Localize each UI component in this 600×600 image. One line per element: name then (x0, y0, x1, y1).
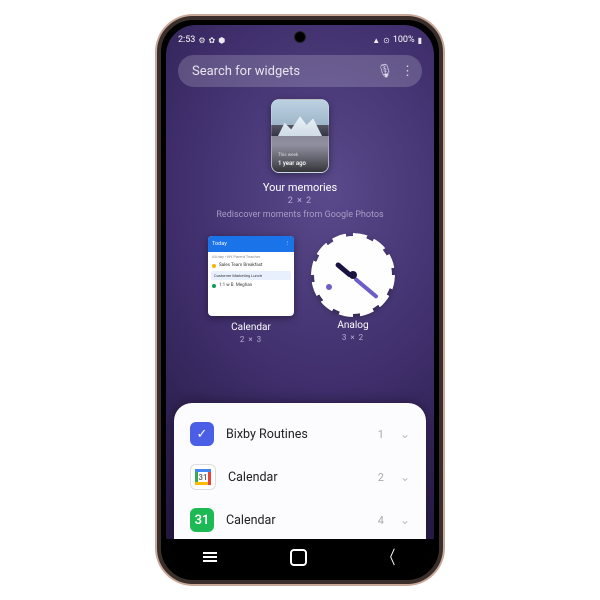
chevron-down-icon[interactable]: ⌄ (400, 513, 410, 527)
search-bar[interactable]: Search for widgets 🎙 ⋮ (178, 55, 422, 87)
analog-size: 3 × 2 (342, 333, 364, 342)
front-camera (294, 31, 306, 43)
widget-app-list[interactable]: ✓ Bixby Routines 1 ⌄ 31 Calendar 2 ⌄ 31 … (174, 403, 426, 539)
analog-label: Analog (337, 320, 368, 331)
memories-size: 2 × 2 (288, 196, 312, 206)
list-item-label: Bixby Routines (226, 427, 366, 442)
widget-analog-clock[interactable]: Analog 3 × 2 (314, 236, 392, 344)
calendar-label: Calendar (231, 322, 271, 333)
google-calendar-icon: 31 (190, 464, 216, 490)
list-item-count: 2 (378, 471, 384, 484)
wifi-icon: ▲ (372, 36, 380, 45)
widget-memories[interactable]: This week 1 year ago Your memories 2 × 2… (166, 99, 434, 220)
analog-clock-preview (314, 236, 392, 314)
search-placeholder: Search for widgets (192, 64, 368, 79)
screen: 2:53 ⚙ ✿ ⬢ ▲ ⊙ 100% ▮ Search for widgets… (166, 25, 434, 575)
calendar-header-day: Today (212, 241, 227, 247)
memories-preview: This week 1 year ago (271, 99, 329, 173)
list-item-bixby[interactable]: ✓ Bixby Routines 1 ⌄ (174, 413, 426, 455)
memories-desc: Rediscover moments from Google Photos (216, 210, 383, 220)
memories-title: Your memories (263, 181, 337, 194)
list-item-count: 1 (378, 428, 384, 441)
voice-icon[interactable]: 🎙 (376, 64, 393, 79)
recents-button[interactable] (203, 552, 217, 562)
memories-caption-small: This week (278, 153, 298, 158)
widget-calendar[interactable]: Today⋮ All day • NY Parent Teacher Sales… (208, 236, 294, 344)
status-time: 2:53 (178, 35, 195, 45)
notification-icon: ⬢ (218, 36, 225, 45)
navigation-bar: 〈 (166, 539, 434, 575)
list-item-label: Calendar (228, 470, 366, 485)
list-item-google-calendar[interactable]: 31 Calendar 2 ⌄ (174, 455, 426, 499)
list-item-samsung-calendar[interactable]: 31 Calendar 4 ⌄ (174, 499, 426, 539)
notification-icon: ✿ (209, 36, 216, 45)
calendar-size: 2 × 3 (240, 335, 262, 344)
signal-icon: ⊙ (383, 36, 390, 45)
widget-scroll-area[interactable]: This week 1 year ago Your memories 2 × 2… (166, 89, 434, 539)
list-item-label: Calendar (226, 513, 366, 528)
calendar-preview: Today⋮ All day • NY Parent Teacher Sales… (208, 236, 294, 316)
samsung-calendar-icon: 31 (190, 508, 214, 532)
minute-hand (353, 277, 379, 299)
chevron-down-icon[interactable]: ⌄ (400, 470, 410, 484)
memories-caption-big: 1 year ago (278, 160, 306, 167)
more-icon[interactable]: ⋮ (401, 64, 414, 79)
phone-frame: 2:53 ⚙ ✿ ⬢ ▲ ⊙ 100% ▮ Search for widgets… (157, 16, 443, 584)
battery-icon: ▮ (418, 36, 422, 45)
battery-percent: 100% (393, 35, 415, 45)
home-button[interactable] (290, 549, 307, 566)
back-button[interactable]: 〈 (382, 544, 395, 570)
notification-icon: ⚙ (198, 36, 205, 45)
list-item-count: 4 (378, 514, 384, 527)
chevron-down-icon[interactable]: ⌄ (400, 427, 410, 441)
bixby-icon: ✓ (190, 422, 214, 446)
